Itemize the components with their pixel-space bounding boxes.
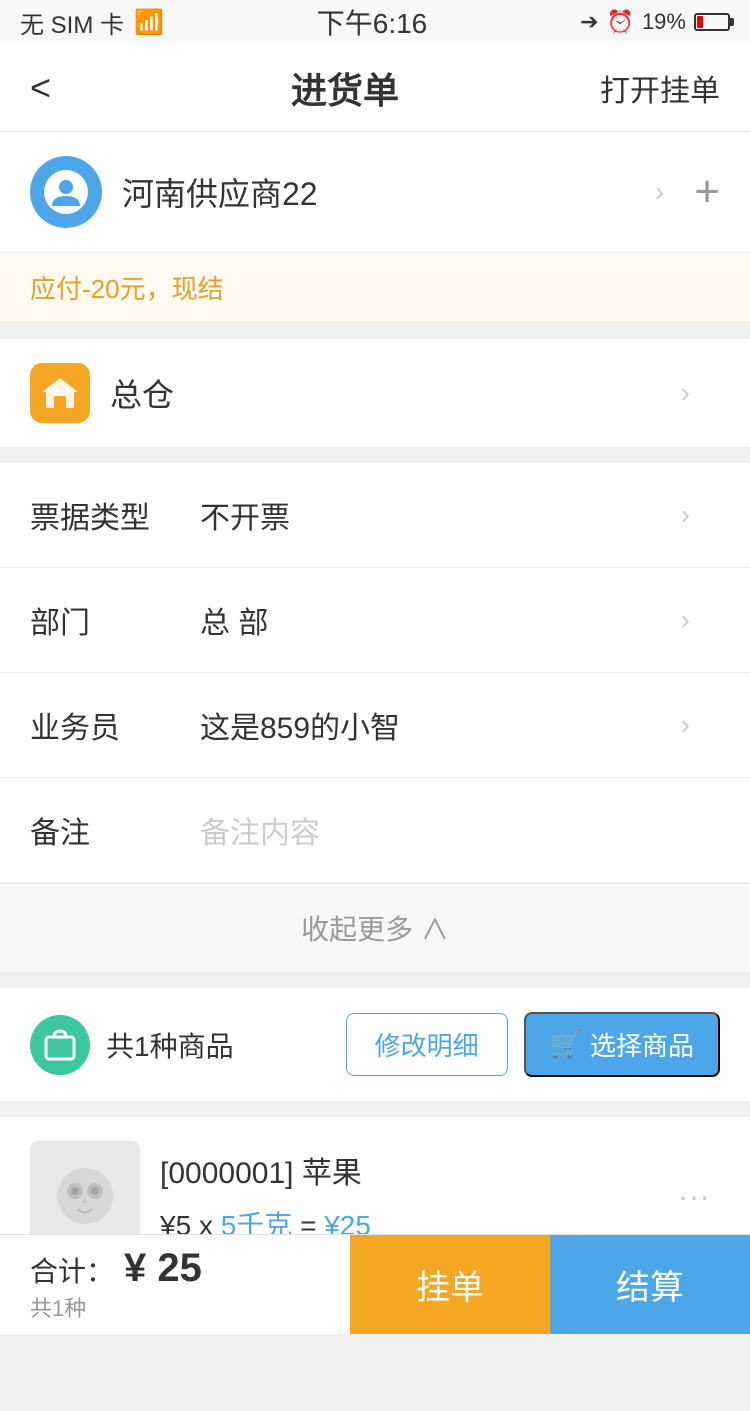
open-pending-button[interactable]: 打开挂单: [600, 66, 720, 110]
nav-bar: < 进货单 打开挂单: [0, 44, 750, 132]
warehouse-icon: [30, 363, 90, 423]
total-row: 合计： ¥ 25: [30, 1246, 320, 1291]
remark-row[interactable]: 备注 备注内容: [0, 778, 750, 883]
dept-label: 部门: [30, 598, 170, 642]
select-product-icon: 🛒: [550, 1029, 582, 1060]
supplier-chevron-icon: ›: [655, 176, 664, 208]
invoice-type-value: 不开票: [170, 493, 681, 537]
warehouse-row[interactable]: 总仓 ›: [0, 339, 750, 447]
product-name: [0000001] 苹果: [160, 1148, 648, 1192]
staff-label: 业务员: [30, 703, 170, 747]
staff-row[interactable]: 业务员 这是859的小智 ›: [0, 673, 750, 778]
status-bar: 无 SIM 卡 📶 下午6:16 ➔ ⏰ 19%: [0, 0, 750, 44]
modify-detail-button[interactable]: 修改明细: [346, 1013, 508, 1076]
supplier-card: 河南供应商22 › + 应付-20元，现结: [0, 132, 750, 323]
staff-value: 这是859的小智: [170, 703, 681, 747]
dept-chevron-icon: ›: [681, 604, 690, 636]
invoice-chevron-icon: ›: [681, 499, 690, 531]
products-icon: [30, 1015, 90, 1075]
total-section: 合计： ¥ 25 共1种: [0, 1235, 350, 1334]
products-count: 共1种商品: [106, 1025, 330, 1065]
status-right: ➔ ⏰ 19%: [580, 9, 730, 35]
product-title: 苹果: [302, 1157, 362, 1190]
supplier-name: 河南供应商22: [122, 169, 655, 215]
dept-row[interactable]: 部门 总 部 ›: [0, 568, 750, 673]
status-time: 下午6:16: [317, 2, 428, 42]
supplier-avatar: [30, 156, 102, 228]
location-icon: ➔: [580, 9, 598, 35]
invoice-type-label: 票据类型: [30, 493, 170, 537]
total-label: 合计：: [30, 1250, 114, 1290]
collapse-row[interactable]: 收起更多 ∧: [0, 883, 750, 972]
dept-value: 总 部: [170, 598, 681, 642]
supplier-row[interactable]: 河南供应商22 › +: [0, 132, 750, 253]
product-thumb-icon: [45, 1156, 125, 1236]
page-title: 进货单: [291, 62, 399, 114]
product-more-button[interactable]: ···: [668, 1168, 720, 1225]
select-product-button[interactable]: 🛒 选择商品: [524, 1012, 720, 1077]
invoice-type-row[interactable]: 票据类型 不开票 ›: [0, 463, 750, 568]
remark-input[interactable]: 备注内容: [170, 808, 720, 852]
supplier-avatar-icon: [44, 170, 88, 214]
shopping-bag-icon: [42, 1027, 78, 1063]
bottom-bar: 合计： ¥ 25 共1种 挂单 结算: [0, 1234, 750, 1334]
wifi-icon: 📶: [134, 8, 164, 37]
alarm-icon: ⏰: [607, 9, 634, 35]
warehouse-chevron-icon: ›: [681, 377, 690, 409]
form-card: 票据类型 不开票 › 部门 总 部 › 业务员 这是859的小智 › 备注 备注…: [0, 463, 750, 972]
products-section: 共1种商品 修改明细 🛒 选择商品: [0, 988, 750, 1101]
person-icon: [48, 174, 84, 210]
carrier-text: 无 SIM 卡: [20, 5, 124, 40]
battery-percent: 19%: [642, 9, 686, 35]
products-header: 共1种商品 修改明细 🛒 选择商品: [0, 988, 750, 1101]
owl-icon: [50, 1161, 120, 1231]
warehouse-name: 总仓: [110, 370, 681, 416]
add-button[interactable]: +: [694, 167, 720, 217]
product-code: [0000001]: [160, 1157, 293, 1190]
battery-fill: [697, 16, 703, 28]
main-content: 河南供应商22 › + 应付-20元，现结 总仓 › 票据类型 不开票 ›: [0, 132, 750, 1411]
supplier-notice: 应付-20元，现结: [0, 253, 750, 323]
house-icon: [41, 374, 79, 412]
status-left: 无 SIM 卡 📶: [20, 5, 164, 40]
total-count: 共1种: [30, 1291, 320, 1323]
pending-button[interactable]: 挂单: [350, 1235, 550, 1334]
checkout-button[interactable]: 结算: [550, 1235, 750, 1334]
warehouse-card[interactable]: 总仓 ›: [0, 339, 750, 447]
select-product-label: 选择商品: [590, 1026, 694, 1063]
back-button[interactable]: <: [30, 67, 90, 109]
battery-icon: [694, 13, 730, 31]
total-amount: ¥ 25: [124, 1246, 202, 1291]
product-info: [0000001] 苹果 ¥5 x 5千克 = ¥25: [160, 1148, 648, 1244]
remark-label: 备注: [30, 808, 170, 852]
staff-chevron-icon: ›: [681, 709, 690, 741]
collapse-label: 收起更多 ∧: [301, 914, 449, 945]
